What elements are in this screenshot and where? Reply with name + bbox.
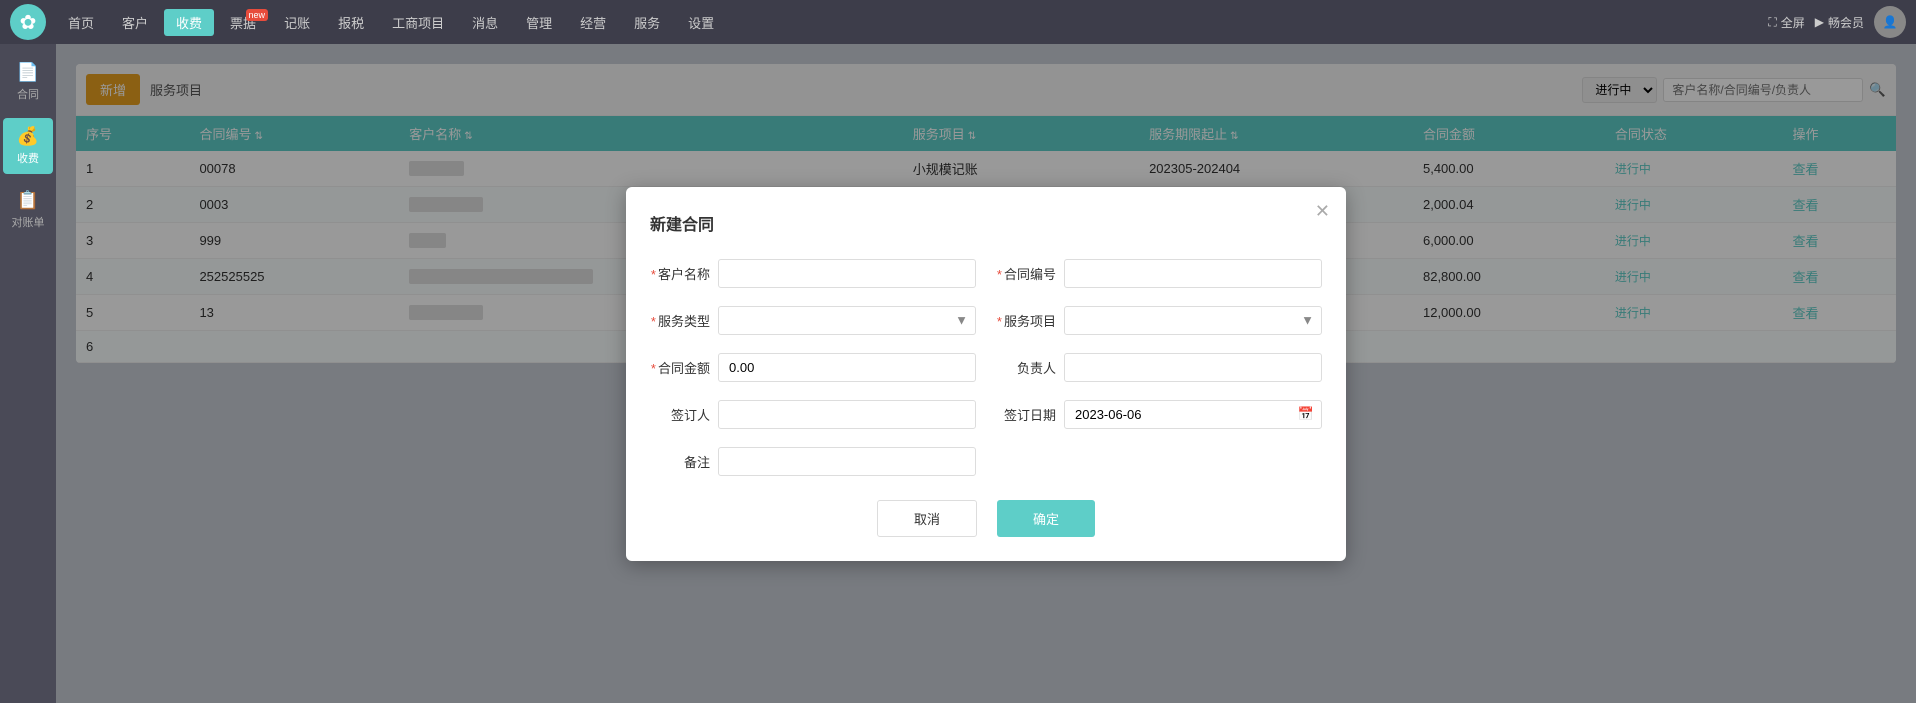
- confirm-button[interactable]: 确定: [997, 500, 1095, 537]
- reconcile-icon: 📋: [17, 190, 39, 211]
- sidebar: 📄 合同 💰 收费 📋 对账单: [0, 44, 56, 703]
- remark-input[interactable]: [718, 447, 976, 476]
- form-row-1: *客户名称 *合同编号: [650, 259, 1322, 288]
- sidebar-item-fee[interactable]: 💰 收费: [3, 118, 53, 174]
- fullscreen-btn[interactable]: ⛶ 全屏: [1768, 14, 1804, 31]
- amount-input[interactable]: [718, 353, 976, 382]
- avatar-icon: 👤: [1883, 15, 1898, 29]
- form-group-service-type: *服务类型 ▼: [650, 306, 976, 335]
- form-row-3: *合同金额 负责人: [650, 353, 1322, 382]
- app-logo[interactable]: ✿: [10, 4, 46, 40]
- required-amount: *: [651, 361, 656, 376]
- form-group-signer: 签订人: [650, 400, 976, 429]
- service-item-select-wrap: ▼: [1064, 306, 1322, 335]
- form-group-sign-date: 签订日期 📅: [996, 400, 1322, 429]
- required-client: *: [651, 267, 656, 282]
- client-label: *客户名称: [650, 264, 710, 283]
- user-avatar[interactable]: 👤: [1874, 6, 1906, 38]
- sidebar-label-fee: 收费: [17, 150, 39, 166]
- nav-items: 首页 客户 收费 票据 new 记账 报税 工商项目 消息 管理 经营 服务 设…: [56, 9, 1768, 36]
- nav-operation[interactable]: 经营: [568, 9, 618, 36]
- remark-label: 备注: [650, 452, 710, 471]
- nav-message[interactable]: 消息: [460, 9, 510, 36]
- fullscreen-icon: ⛶: [1768, 15, 1776, 30]
- form-row-4: 签订人 签订日期 📅: [650, 400, 1322, 429]
- form-group-responsible: 负责人: [996, 353, 1322, 382]
- service-type-select-wrap: ▼: [718, 306, 976, 335]
- service-item-label: *服务项目: [996, 311, 1056, 330]
- nav-business[interactable]: 工商项目: [380, 9, 456, 36]
- contract-no-input[interactable]: [1064, 259, 1322, 288]
- service-type-select[interactable]: [718, 306, 976, 335]
- topnav: ✿ 首页 客户 收费 票据 new 记账 报税 工商项目 消息 管理 经营 服务…: [0, 0, 1916, 44]
- responsible-input[interactable]: [1064, 353, 1322, 382]
- amount-label: *合同金额: [650, 358, 710, 377]
- nav-fee[interactable]: 收费: [164, 9, 214, 36]
- responsible-label: 负责人: [996, 358, 1056, 377]
- form-group-remark: 备注: [650, 447, 976, 476]
- nav-service[interactable]: 服务: [622, 9, 672, 36]
- nav-invoice[interactable]: 票据 new: [218, 9, 268, 36]
- service-type-label: *服务类型: [650, 311, 710, 330]
- nav-client[interactable]: 客户: [110, 9, 160, 36]
- main-layout: 📄 合同 💰 收费 📋 对账单 新增 服务项目 进行中 已结束 全部: [0, 44, 1916, 703]
- sign-date-wrap: 📅: [1064, 400, 1322, 429]
- member-btn[interactable]: ▶ 畅会员: [1815, 14, 1864, 31]
- form-group-contract-no: *合同编号: [996, 259, 1322, 288]
- service-item-select[interactable]: [1064, 306, 1322, 335]
- member-icon: ▶: [1815, 15, 1824, 29]
- nav-tax[interactable]: 报税: [326, 9, 376, 36]
- new-contract-modal: ✕ 新建合同 *客户名称 *合同编号: [626, 187, 1346, 561]
- required-service-item: *: [997, 314, 1002, 329]
- client-name-input[interactable]: [718, 259, 976, 288]
- contract-icon: 📄: [17, 62, 39, 83]
- sidebar-item-reconcile[interactable]: 📋 对账单: [3, 182, 53, 238]
- content-area: 新增 服务项目 进行中 已结束 全部 🔍 序号 合同编号: [56, 44, 1916, 703]
- form-group-service-item: *服务项目 ▼: [996, 306, 1322, 335]
- nav-accounting[interactable]: 记账: [272, 9, 322, 36]
- nav-manage[interactable]: 管理: [514, 9, 564, 36]
- modal-title: 新建合同: [650, 211, 1322, 235]
- required-service-type: *: [651, 314, 656, 329]
- modal-close-button[interactable]: ✕: [1315, 201, 1330, 222]
- nav-settings[interactable]: 设置: [676, 9, 726, 36]
- member-label: 畅会员: [1828, 14, 1864, 31]
- nav-home[interactable]: 首页: [56, 9, 106, 36]
- sidebar-label-reconcile: 对账单: [12, 214, 45, 230]
- cancel-button[interactable]: 取消: [877, 500, 977, 537]
- sign-date-input[interactable]: [1064, 400, 1322, 429]
- form-group-client: *客户名称: [650, 259, 976, 288]
- signer-label: 签订人: [650, 405, 710, 424]
- sign-date-label: 签订日期: [996, 405, 1056, 424]
- contract-no-label: *合同编号: [996, 264, 1056, 283]
- modal-overlay: ✕ 新建合同 *客户名称 *合同编号: [56, 44, 1916, 703]
- sidebar-item-contract[interactable]: 📄 合同: [3, 54, 53, 110]
- fullscreen-label: 全屏: [1781, 14, 1805, 31]
- new-badge: new: [246, 9, 269, 21]
- modal-footer: 取消 确定: [650, 500, 1322, 537]
- form-row-2: *服务类型 ▼ *服务项目 ▼: [650, 306, 1322, 335]
- signer-input[interactable]: [718, 400, 976, 429]
- sidebar-label-contract: 合同: [17, 86, 39, 102]
- required-contract-no: *: [997, 267, 1002, 282]
- fee-icon: 💰: [17, 126, 39, 147]
- form-row-5: 备注: [650, 447, 1322, 476]
- form-group-amount: *合同金额: [650, 353, 976, 382]
- topnav-right: ⛶ 全屏 ▶ 畅会员 👤: [1768, 6, 1906, 38]
